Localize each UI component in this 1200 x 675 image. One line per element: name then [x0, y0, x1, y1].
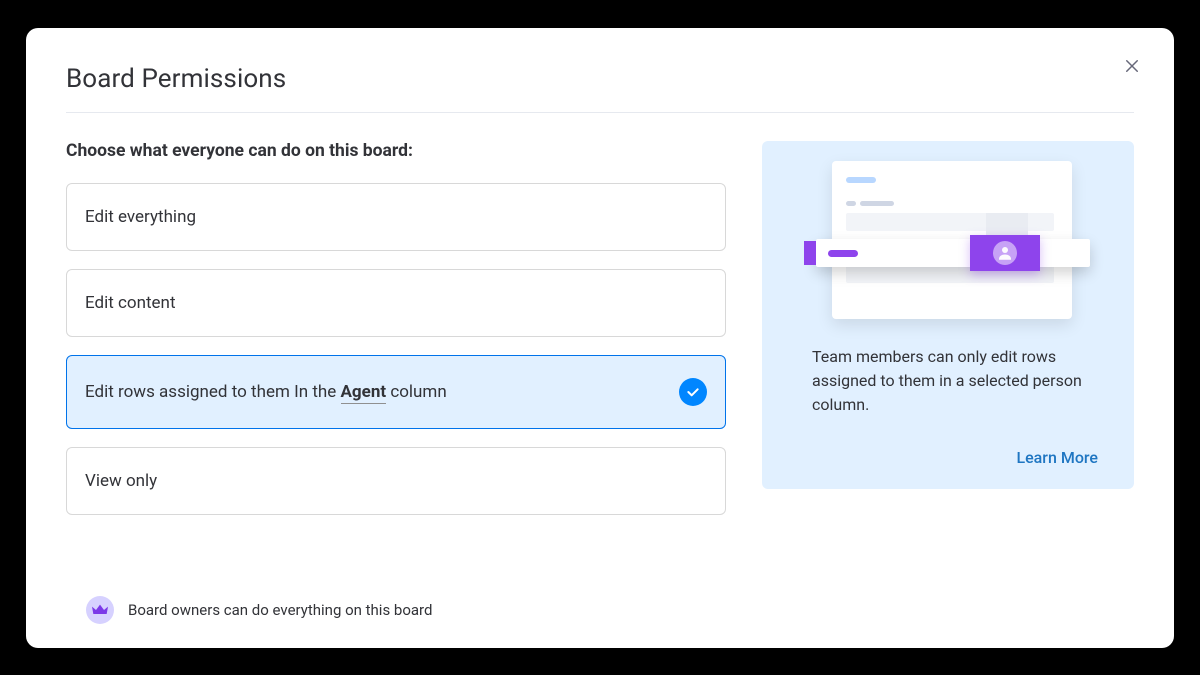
option-label-prefix: Edit rows assigned to them In the: [85, 382, 341, 402]
option-view-only[interactable]: View only: [66, 447, 726, 515]
divider: [66, 112, 1134, 113]
owners-note-text: Board owners can do everything on this b…: [128, 601, 432, 619]
board-permissions-modal: Board Permissions Choose what everyone c…: [26, 28, 1174, 648]
person-icon: [993, 241, 1017, 265]
selected-check-badge: [679, 378, 707, 406]
option-edit-assigned-rows[interactable]: Edit rows assigned to them In the Agent …: [66, 355, 726, 429]
crown-icon: [92, 604, 108, 616]
crown-badge: [86, 596, 114, 624]
info-text: Team members can only edit rows assigned…: [798, 345, 1098, 417]
option-label-suffix: column: [386, 382, 447, 402]
close-icon: [1123, 57, 1141, 75]
illustration: [798, 159, 1098, 345]
learn-more-link[interactable]: Learn More: [1016, 448, 1098, 467]
option-label: Edit rows assigned to them In the Agent …: [85, 381, 447, 403]
check-icon: [685, 384, 701, 400]
option-edit-content[interactable]: Edit content: [66, 269, 726, 337]
option-edit-everything[interactable]: Edit everything: [66, 183, 726, 251]
owners-note: Board owners can do everything on this b…: [86, 596, 432, 624]
option-label: Edit content: [85, 292, 176, 314]
option-label: Edit everything: [85, 206, 196, 228]
info-card: Team members can only edit rows assigned…: [762, 141, 1134, 489]
section-label: Choose what everyone can do on this boar…: [66, 141, 726, 161]
option-label: View only: [85, 470, 157, 492]
modal-title: Board Permissions: [66, 64, 1134, 112]
column-selector[interactable]: Agent: [341, 382, 387, 404]
close-button[interactable]: [1116, 50, 1148, 82]
permission-option-list: Edit everything Edit content Edit rows a…: [66, 183, 726, 515]
